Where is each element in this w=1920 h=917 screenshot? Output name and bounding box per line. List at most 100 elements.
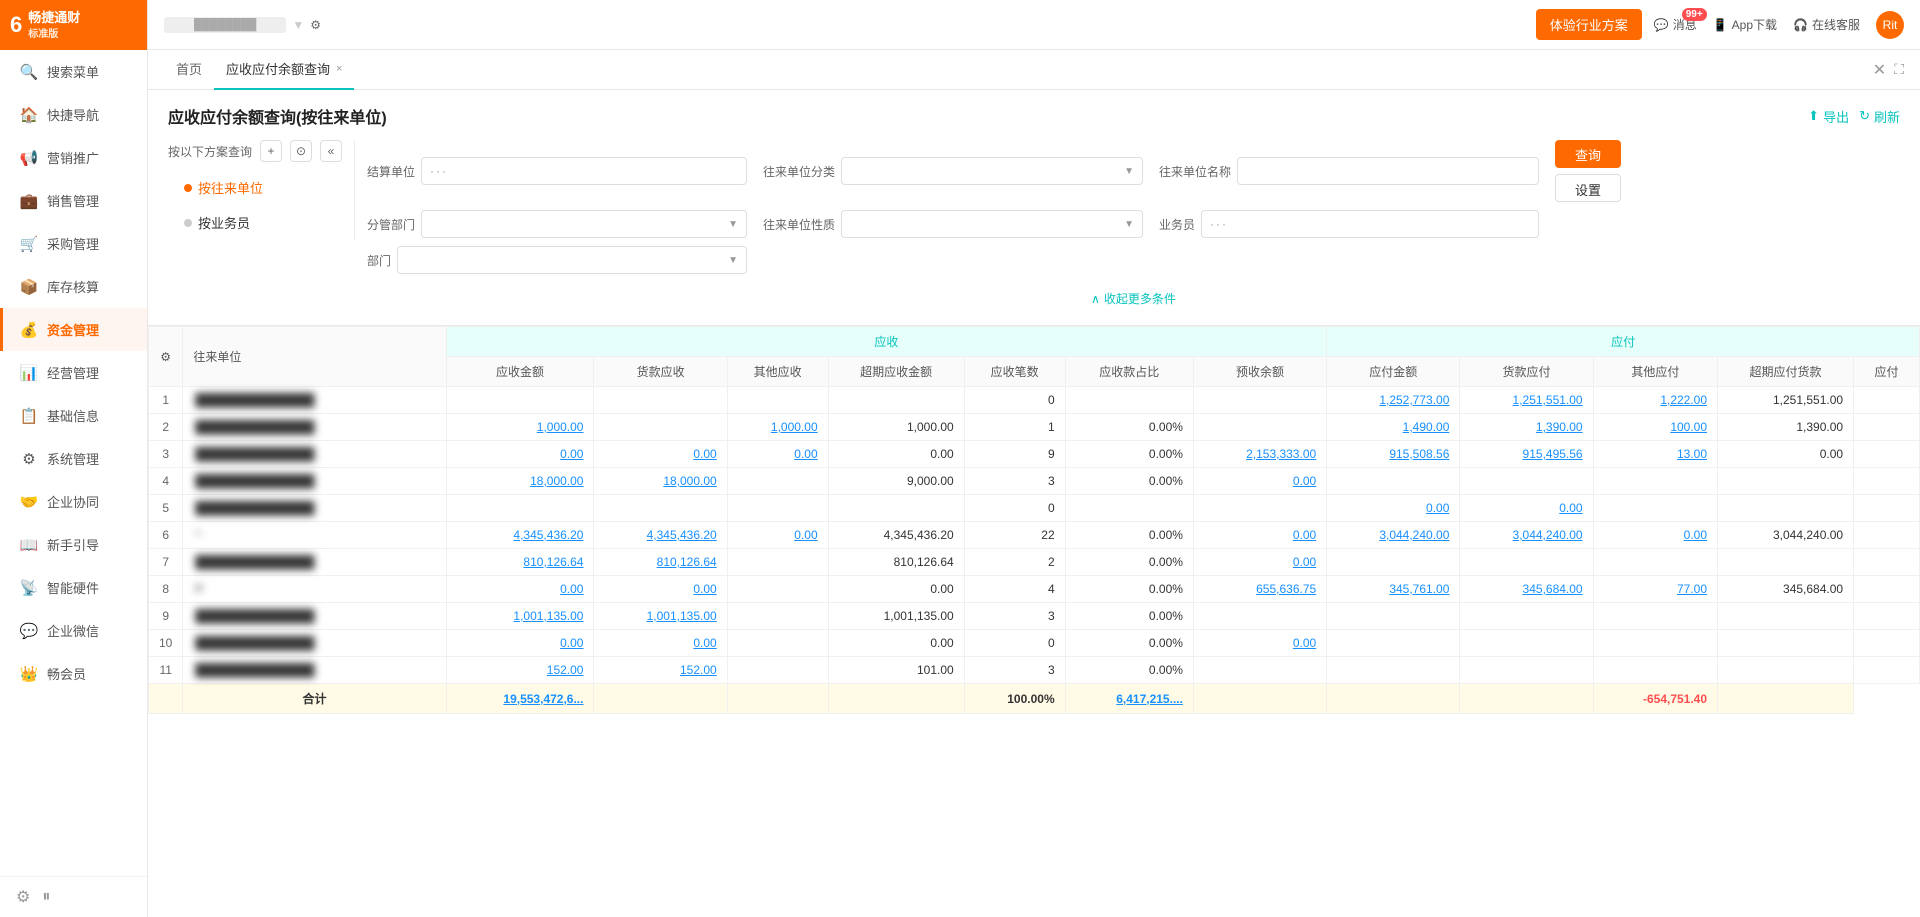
cell-ar-goods-9[interactable]: 0.00	[594, 630, 727, 657]
option-by-unit[interactable]: 按往来单位	[168, 170, 342, 205]
cell-ar-amount-8[interactable]: 1,001,135.00	[446, 603, 594, 630]
sidebar-item-4[interactable]: 🛒采购管理	[0, 222, 147, 265]
cell-ap-amount-2[interactable]: 915,508.56	[1327, 441, 1460, 468]
sidebar-item-5[interactable]: 📦库存核算	[0, 265, 147, 308]
cell-ap-amount-8[interactable]	[1327, 603, 1460, 630]
footer-ar-total[interactable]: 19,553,472,6...	[446, 684, 594, 714]
collapse-more-button[interactable]: ∧ 收起更多条件	[367, 284, 1900, 313]
cell-ap-amount-9[interactable]	[1327, 630, 1460, 657]
cell-ar-amount-1[interactable]: 1,000.00	[446, 414, 594, 441]
cell-ap-amount-10[interactable]	[1327, 657, 1460, 684]
solution-button[interactable]: 体验行业方案	[1536, 9, 1642, 40]
cell-ap-goods-5[interactable]: 3,044,240.00	[1460, 522, 1593, 549]
select-dept[interactable]: ▼	[421, 210, 747, 238]
cell-ap-other-3[interactable]	[1593, 468, 1717, 495]
cell-ar-prepay-2[interactable]: 2,153,333.00	[1193, 441, 1326, 468]
cell-ar-amount-9[interactable]: 0.00	[446, 630, 594, 657]
cell-ar-other-7[interactable]	[727, 576, 828, 603]
cell-ap-goods-3[interactable]	[1460, 468, 1593, 495]
sidebar-item-11[interactable]: 📖新手引导	[0, 523, 147, 566]
cell-ar-goods-7[interactable]: 0.00	[594, 576, 727, 603]
cell-ap-amount-3[interactable]	[1327, 468, 1460, 495]
cell-ap-goods-4[interactable]: 0.00	[1460, 495, 1593, 522]
gear-icon[interactable]: ⚙	[310, 18, 321, 32]
cell-ap-goods-6[interactable]	[1460, 549, 1593, 576]
select-salesperson[interactable]: ···	[1201, 210, 1539, 238]
message-button[interactable]: 💬 消息 99+	[1654, 16, 1697, 33]
cell-ap-other-5[interactable]: 0.00	[1593, 522, 1717, 549]
cell-ar-amount-10[interactable]: 152.00	[446, 657, 594, 684]
cell-ap-amount-4[interactable]: 0.00	[1327, 495, 1460, 522]
cell-ar-goods-10[interactable]: 152.00	[594, 657, 727, 684]
close-window-icon[interactable]: ✕	[1873, 60, 1886, 80]
cell-ap-other-8[interactable]	[1593, 603, 1717, 630]
cell-ar-prepay-5[interactable]: 0.00	[1193, 522, 1326, 549]
setting-button[interactable]: 设置	[1555, 174, 1621, 202]
cell-ap-other-10[interactable]	[1593, 657, 1717, 684]
sidebar-item-0[interactable]: 🔍搜索菜单	[0, 50, 147, 93]
customer-service-button[interactable]: 🎧 在线客服	[1793, 16, 1860, 33]
cell-ar-prepay-7[interactable]: 655,636.75	[1193, 576, 1326, 603]
collapse-icon[interactable]: ⏸	[42, 888, 50, 906]
sidebar-item-7[interactable]: 📊经营管理	[0, 351, 147, 394]
cell-ar-goods-3[interactable]: 18,000.00	[594, 468, 727, 495]
cell-ap-amount-6[interactable]	[1327, 549, 1460, 576]
cell-ar-amount-3[interactable]: 18,000.00	[446, 468, 594, 495]
select-settlement-unit[interactable]: ···	[421, 157, 747, 185]
edit-scheme-icon[interactable]: ⊙	[290, 140, 312, 162]
cell-ap-goods-8[interactable]	[1460, 603, 1593, 630]
cell-ar-goods-4[interactable]	[594, 495, 727, 522]
input-unit-name[interactable]	[1237, 157, 1539, 185]
cell-ar-amount-7[interactable]: 0.00	[446, 576, 594, 603]
cell-ap-goods-9[interactable]	[1460, 630, 1593, 657]
cell-ap-other-1[interactable]: 100.00	[1593, 414, 1717, 441]
cell-ar-goods-6[interactable]: 810,126.64	[594, 549, 727, 576]
cell-ar-prepay-8[interactable]	[1193, 603, 1326, 630]
cell-ar-prepay-1[interactable]	[1193, 414, 1326, 441]
cell-ar-amount-2[interactable]: 0.00	[446, 441, 594, 468]
sidebar-item-3[interactable]: 💼销售管理	[0, 179, 147, 222]
user-avatar[interactable]: Rit	[1876, 11, 1904, 39]
cell-ar-prepay-10[interactable]	[1193, 657, 1326, 684]
cell-ap-other-7[interactable]: 77.00	[1593, 576, 1717, 603]
cell-ar-other-2[interactable]: 0.00	[727, 441, 828, 468]
cell-ap-goods-0[interactable]: 1,251,551.00	[1460, 387, 1593, 414]
tab-close-icon[interactable]: ×	[336, 63, 342, 75]
cell-ar-other-10[interactable]	[727, 657, 828, 684]
cell-ar-other-6[interactable]	[727, 549, 828, 576]
cell-ap-other-2[interactable]: 13.00	[1593, 441, 1717, 468]
cell-ap-goods-10[interactable]	[1460, 657, 1593, 684]
sidebar-item-10[interactable]: 🤝企业协同	[0, 480, 147, 523]
cell-ar-goods-2[interactable]: 0.00	[594, 441, 727, 468]
add-scheme-icon[interactable]: +	[260, 140, 282, 162]
cell-ap-other-0[interactable]: 1,222.00	[1593, 387, 1717, 414]
sidebar-item-9[interactable]: ⚙系统管理	[0, 437, 147, 480]
cell-ap-goods-2[interactable]: 915,495.56	[1460, 441, 1593, 468]
maximize-icon[interactable]: ⛶	[1894, 61, 1904, 78]
select-unit-category[interactable]: ▼	[841, 157, 1143, 185]
settings-bottom-icon[interactable]: ⚙	[16, 887, 30, 907]
cell-ap-goods-1[interactable]: 1,390.00	[1460, 414, 1593, 441]
cell-ar-goods-0[interactable]	[594, 387, 727, 414]
select-department[interactable]: ▼	[397, 246, 747, 274]
cell-ap-amount-7[interactable]: 345,761.00	[1327, 576, 1460, 603]
option-by-salesperson[interactable]: 按业务员	[168, 205, 342, 240]
sidebar-item-8[interactable]: 📋基础信息	[0, 394, 147, 437]
cell-ar-other-1[interactable]: 1,000.00	[727, 414, 828, 441]
cell-ap-amount-0[interactable]: 1,252,773.00	[1327, 387, 1460, 414]
cell-ar-amount-5[interactable]: 4,345,436.20	[446, 522, 594, 549]
sidebar-item-14[interactable]: 👑畅会员	[0, 652, 147, 695]
settings-col-header[interactable]: ⚙	[149, 327, 183, 387]
cell-ar-other-8[interactable]	[727, 603, 828, 630]
cell-ar-goods-8[interactable]: 1,001,135.00	[594, 603, 727, 630]
cell-ar-other-9[interactable]	[727, 630, 828, 657]
sidebar-item-12[interactable]: 📡智能硬件	[0, 566, 147, 609]
cell-ap-other-9[interactable]	[1593, 630, 1717, 657]
cell-ar-prepay-4[interactable]	[1193, 495, 1326, 522]
cell-ap-other-4[interactable]	[1593, 495, 1717, 522]
select-unit-nature[interactable]: ▼	[841, 210, 1143, 238]
cell-ar-amount-6[interactable]: 810,126.64	[446, 549, 594, 576]
cell-ap-amount-5[interactable]: 3,044,240.00	[1327, 522, 1460, 549]
cell-ap-goods-7[interactable]: 345,684.00	[1460, 576, 1593, 603]
cell-ar-other-4[interactable]	[727, 495, 828, 522]
